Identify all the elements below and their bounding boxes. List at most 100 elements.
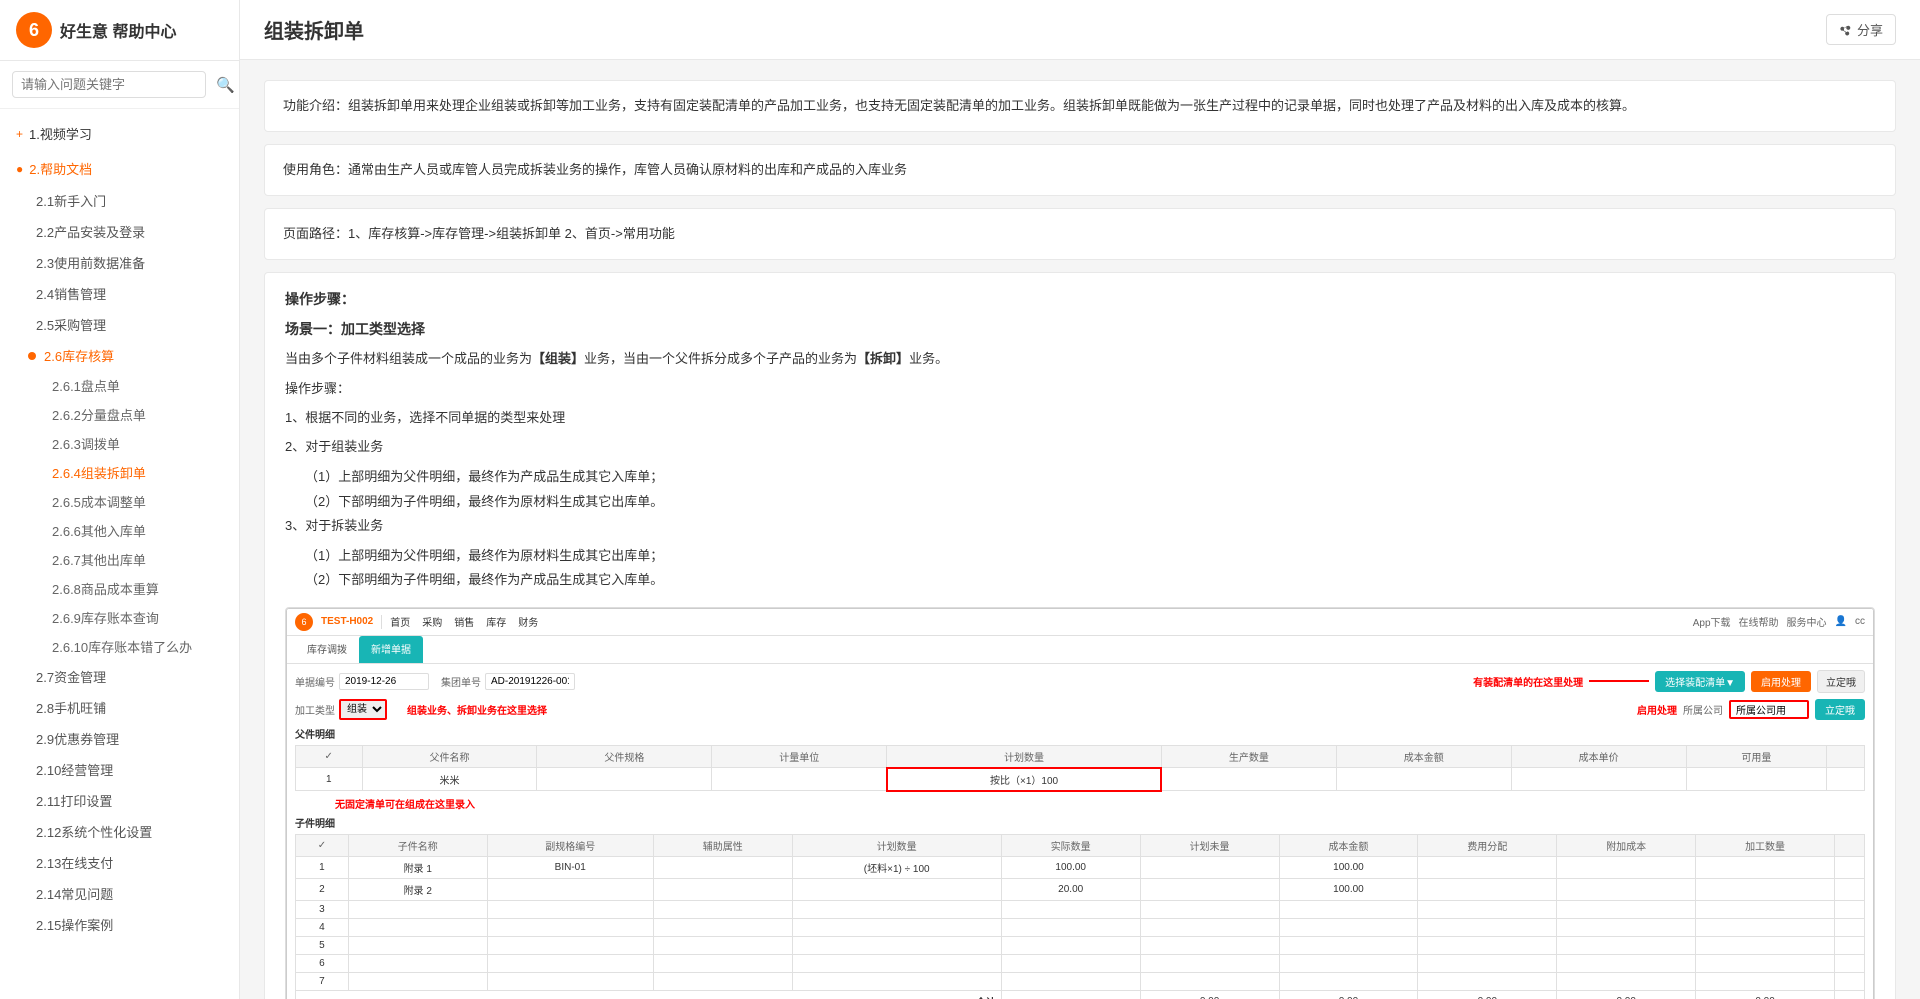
annotation-bom: 有装配清单的在这里处理 <box>1473 674 1583 689</box>
menu-purchase[interactable]: 采购 <box>422 614 442 629</box>
nav-item-coupon[interactable]: 2.9优惠券管理 <box>0 723 239 754</box>
dept-input[interactable] <box>1729 700 1809 719</box>
tab-stock-transfer[interactable]: 库存调拨 <box>295 636 359 663</box>
main-header: 组装拆卸单 分享 <box>240 0 1920 60</box>
menu-inventory[interactable]: 库存 <box>486 614 506 629</box>
nav-group-docs-title[interactable]: ● 2.帮助文档 <box>0 152 239 185</box>
dept-area: 启用处理 所属公司 立定哦 <box>559 699 1865 720</box>
td-spec <box>537 768 712 791</box>
service-center[interactable]: 服务中心 <box>1787 614 1827 629</box>
form-right-actions: 有装配清单的在这里处理 选择装配清单▼ 启用处理 立定哦 <box>587 670 1865 693</box>
nav-item-data[interactable]: 2.3使用前数据准备 <box>0 247 239 278</box>
nav-item-goodscost[interactable]: 2.6.8商品成本重算 <box>0 574 239 603</box>
footer-v1 <box>1001 990 1140 999</box>
order-input[interactable] <box>485 673 575 690</box>
table-footer: 合计 0.00 0.00 0.00 0.00 0.00 <box>296 990 1865 999</box>
table-row: 6 <box>296 954 1865 972</box>
table-row: 5 <box>296 936 1865 954</box>
nav-item-assemble[interactable]: 2.6.4组装拆卸单 <box>0 458 239 487</box>
td-check: 1 <box>296 768 363 791</box>
td-act <box>1827 768 1865 791</box>
search-input[interactable] <box>12 71 206 98</box>
step-3-2: （2）下部明细为子件明细，最终作为产成品生成其它入库单。 <box>305 568 1875 593</box>
th2-actual-qty: 实际数量 <box>1001 834 1140 856</box>
online-help[interactable]: 在线帮助 <box>1739 614 1779 629</box>
nav-item-install[interactable]: 2.2产品安装及登录 <box>0 216 239 247</box>
th-plan-qty: 计划数量 <box>887 745 1162 768</box>
nav-item-finance[interactable]: 2.7资金管理 <box>0 661 239 692</box>
nav-sub-docs: 2.1新手入门 2.2产品安装及登录 2.3使用前数据准备 2.4销售管理 2.… <box>0 185 239 940</box>
steps-label: 操作步骤： <box>285 377 1875 400</box>
bom-select-btn[interactable]: 选择装配清单▼ <box>1655 671 1745 692</box>
type-select[interactable]: 组装 拆卸 <box>339 699 387 720</box>
td2-2-check: 2 <box>296 878 349 900</box>
th2-plan-qty: 计划数量 <box>792 834 1001 856</box>
user-icon: 👤 <box>1835 616 1847 627</box>
menu-finance[interactable]: 财务 <box>518 614 538 629</box>
step-2: 2、对于组装业务 <box>285 435 1875 458</box>
th-prod-qty: 生产数量 <box>1161 745 1336 768</box>
step-3: 3、对于拆装业务 <box>285 514 1875 537</box>
confirm-btn[interactable]: 启用处理 <box>1751 671 1811 692</box>
td-prod <box>1161 768 1336 791</box>
step-1: 1、根据不同的业务，选择不同单据的类型来处理 <box>285 406 1875 429</box>
step-3-sub: （1）上部明细为父件明细，最终作为原材料生成其它出库单； （2）下部明细为子件明… <box>285 544 1875 593</box>
nav-item-outother[interactable]: 2.6.7其他出库单 <box>0 545 239 574</box>
td2-2-attr <box>653 878 792 900</box>
nav-item-partial[interactable]: 2.6.2分量盘点单 <box>0 400 239 429</box>
nav-group-videos-title[interactable]: + 1.视频学习 <box>0 117 239 150</box>
nav-item-cost[interactable]: 2.6.5成本调整单 <box>0 487 239 516</box>
app-title: 好生意 帮助中心 <box>60 18 176 42</box>
step-2-sub: （1）上部明细为父件明细，最终作为产成品生成其它入库单； （2）下部明细为子件明… <box>285 465 1875 514</box>
main-content: 功能介绍：组装拆卸单用来处理企业组装或拆卸等加工业务，支持有固定装配清单的产品加… <box>240 60 1920 999</box>
tab-new-order[interactable]: 新增单据 <box>359 636 423 663</box>
arrow-line1 <box>1589 680 1649 682</box>
save-confirm-btn[interactable]: 立定哦 <box>1815 699 1865 720</box>
nav-item-ops[interactable]: 2.10经营管理 <box>0 754 239 785</box>
plus-icon: + <box>16 127 23 141</box>
app-form-container: 单据编号 集团单号 有装配清单的在这里处理 <box>287 664 1873 999</box>
td-name: 米米 <box>362 768 537 791</box>
date-input[interactable] <box>339 673 429 690</box>
menu-sales[interactable]: 销售 <box>454 614 474 629</box>
td2-1-addcost <box>1557 856 1696 878</box>
share-button[interactable]: 分享 <box>1826 14 1896 45</box>
nav-item-accounterr[interactable]: 2.6.10库存账本错了么办 <box>0 632 239 661</box>
nav-item-cases[interactable]: 2.15操作案例 <box>0 909 239 940</box>
nav-item-adjust[interactable]: 2.6.3调拨单 <box>0 429 239 458</box>
nav-item-stockcheck[interactable]: 2.6.9库存账本查询 <box>0 603 239 632</box>
nav-item-novice[interactable]: 2.1新手入门 <box>0 185 239 216</box>
search-button[interactable]: 🔍 <box>212 74 239 96</box>
bottom-table-label: 子件明细 <box>295 815 1865 830</box>
footer-v5: 0.00 <box>1557 990 1696 999</box>
nav-item-mobile[interactable]: 2.8手机旺铺 <box>0 692 239 723</box>
td2-2-cost: 100.00 <box>1279 878 1418 900</box>
nav-item-custom[interactable]: 2.12系统个性化设置 <box>0 816 239 847</box>
td2-1-plan: (坯料×1) ÷ 100 <box>792 856 1001 878</box>
td2-1-check: 1 <box>296 856 349 878</box>
save-btn[interactable]: 立定哦 <box>1817 670 1865 693</box>
nav-item-sales[interactable]: 2.4销售管理 <box>0 278 239 309</box>
nav-item-stocktake[interactable]: 2.6.1盘点单 <box>0 371 239 400</box>
td2-1-attr <box>653 856 792 878</box>
th-check: ✓ <box>296 745 363 768</box>
th2-cost-amt: 成本金额 <box>1279 834 1418 856</box>
table-row: 4 <box>296 918 1865 936</box>
scene1-title: 场景一：加工类型选择 <box>285 319 1875 339</box>
td-avail <box>1686 768 1827 791</box>
nav-item-print[interactable]: 2.11打印设置 <box>0 785 239 816</box>
app-download[interactable]: App下载 <box>1693 614 1731 629</box>
td-cost-a <box>1336 768 1511 791</box>
step-2-1: （1）上部明细为父件明细，最终作为产成品生成其它入库单； <box>305 465 1875 490</box>
nav-item-faq[interactable]: 2.14常见问题 <box>0 878 239 909</box>
nav-item-purchase[interactable]: 2.5采购管理 <box>0 309 239 340</box>
nav-group-inventory-title[interactable]: 2.6库存核算 <box>0 340 239 371</box>
td2-1-cost: 100.00 <box>1279 856 1418 878</box>
order-label: 集团单号 <box>441 674 481 689</box>
nav-item-inother[interactable]: 2.6.6其他入库单 <box>0 516 239 545</box>
footer-total: 合计 <box>296 990 1002 999</box>
menu-home[interactable]: 首页 <box>390 614 410 629</box>
th-cost-price: 成本单价 <box>1511 745 1686 768</box>
nav-item-online[interactable]: 2.13在线支付 <box>0 847 239 878</box>
form-row-1: 单据编号 集团单号 有装配清单的在这里处理 <box>295 670 1865 693</box>
